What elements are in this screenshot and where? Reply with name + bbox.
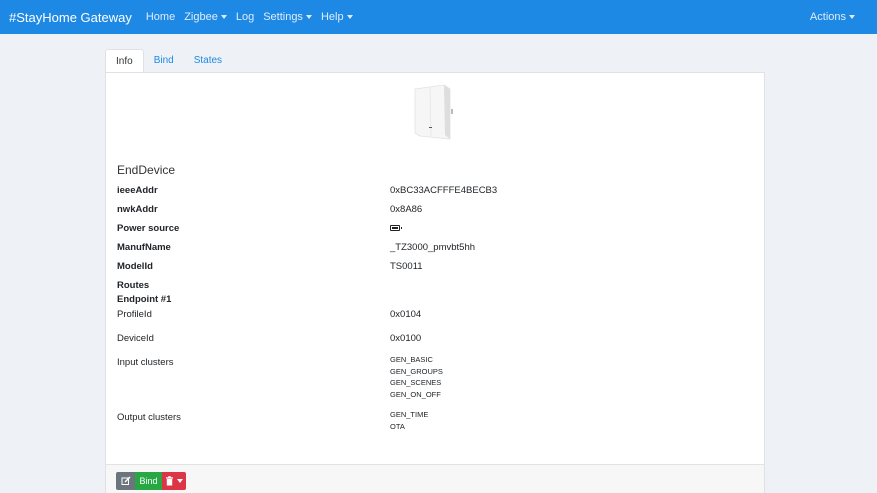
input-cluster-item: GEN_ON_OFF — [390, 389, 441, 399]
nav-help-label: Help — [320, 11, 344, 23]
input-clusters-label: Input clusters — [117, 357, 174, 368]
edit-button[interactable] — [116, 472, 135, 490]
nav-log[interactable]: Log — [236, 11, 254, 23]
model-id-value: TS0011 — [390, 261, 423, 272]
manuf-name-value: _TZ3000_pmvbt5hh — [390, 242, 476, 253]
battery-icon — [390, 225, 402, 231]
device-id-value: 0x0100 — [390, 333, 422, 344]
caret-down-icon — [305, 15, 312, 19]
bind-button[interactable]: Bind — [135, 472, 162, 490]
delete-dropdown-button[interactable] — [162, 472, 186, 490]
input-cluster-item: GEN_SCENES — [390, 378, 442, 387]
output-cluster-item: OTA — [390, 421, 405, 431]
power-source-label: Power source — [117, 223, 180, 234]
ieee-addr-value: 0xBC33ACFFFE4BECB3 — [390, 185, 498, 196]
manuf-name-label: ManufName — [117, 242, 171, 253]
caret-down-icon — [177, 479, 183, 483]
card-footer: Bind — [106, 464, 764, 493]
caret-down-icon — [220, 15, 227, 19]
actions-label: Actions — [809, 11, 846, 23]
model-id-label: ModelId — [117, 261, 153, 272]
input-cluster-item: GEN_BASIC — [390, 355, 433, 364]
input-cluster-item: GEN_GROUPS — [390, 366, 443, 376]
endpoint-title: Endpoint #1 — [117, 294, 172, 305]
routes-label: Routes — [117, 280, 150, 291]
top-navbar: #StayHome Gateway Home Zigbee Log Settin… — [0, 0, 877, 34]
caret-down-icon — [346, 15, 353, 19]
caret-down-icon — [849, 15, 855, 19]
nwk-addr-value: 0x8A86 — [390, 204, 423, 215]
actions-dropdown[interactable]: Actions — [810, 11, 855, 23]
device-info-card: EndDevice ieeeAddr 0xBC33ACFFFE4BECB3 nw… — [105, 72, 765, 493]
tab-states[interactable]: States — [184, 49, 232, 73]
nwk-addr-label: nwkAddr — [117, 204, 158, 215]
device-action-buttons: Bind — [116, 472, 186, 490]
profile-id-label: ProfileId — [117, 309, 152, 320]
profile-id-value: 0x0104 — [390, 309, 422, 320]
output-clusters-label: Output clusters — [117, 412, 181, 423]
device-image — [414, 84, 453, 140]
tab-bind[interactable]: Bind — [144, 49, 184, 73]
nav-zigbee-dropdown[interactable]: Zigbee — [184, 11, 227, 23]
nav-settings-label: Settings — [263, 11, 303, 23]
device-id-label: DeviceId — [117, 333, 154, 344]
brand-link[interactable]: #StayHome Gateway — [9, 10, 132, 25]
ieee-addr-label: ieeeAddr — [117, 185, 158, 196]
nav-home-label: Home — [145, 11, 176, 23]
nav-log-label: Log — [235, 11, 255, 23]
device-tabs: Info Bind States — [105, 49, 232, 73]
tab-info[interactable]: Info — [105, 49, 144, 73]
output-cluster-item: GEN_TIME — [390, 410, 429, 419]
trash-icon — [166, 476, 173, 486]
output-clusters-list: GEN_TIME OTA — [390, 409, 428, 432]
nav-help-dropdown[interactable]: Help — [321, 11, 353, 23]
nav-home[interactable]: Home — [146, 11, 175, 23]
edit-icon — [121, 476, 130, 485]
input-clusters-list: GEN_BASIC GEN_GROUPS GEN_SCENES GEN_ON_O… — [390, 354, 443, 400]
nav-zigbee-label: Zigbee — [184, 11, 218, 23]
nav-settings-dropdown[interactable]: Settings — [263, 11, 312, 23]
device-type-title: EndDevice — [117, 163, 176, 177]
